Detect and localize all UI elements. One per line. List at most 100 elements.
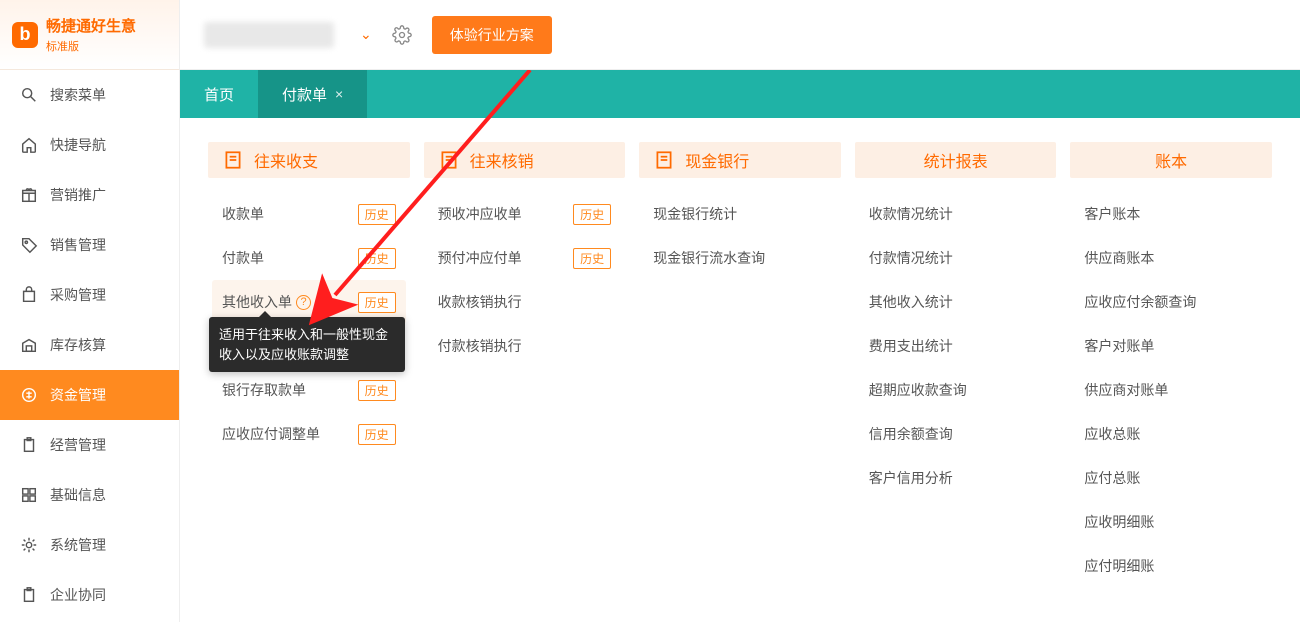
history-badge[interactable]: 历史 <box>573 248 611 269</box>
home-icon <box>20 136 38 154</box>
help-icon[interactable]: ? <box>296 295 311 310</box>
menu-item[interactable]: 应收应付余额查询 <box>1074 280 1268 324</box>
menu-item[interactable]: 客户对账单 <box>1074 324 1268 368</box>
sidebar-item-quicknav[interactable]: 快捷导航 <box>0 120 179 170</box>
menu-item-label: 现金银行统计 <box>653 204 737 224</box>
tab-1[interactable]: 付款单 × <box>258 70 367 118</box>
menu-item[interactable]: 现金银行流水查询 <box>643 236 837 280</box>
sidebar-item-operate[interactable]: 经营管理 <box>0 420 179 470</box>
sidebar-item-label: 经营管理 <box>50 435 106 455</box>
menu-item-label: 供应商对账单 <box>1084 380 1168 400</box>
menu-item[interactable]: 应付总账 <box>1074 456 1268 500</box>
sidebar-item-system[interactable]: 系统管理 <box>0 520 179 570</box>
menu-item[interactable]: 收款情况统计 <box>859 192 1053 236</box>
menu-item-label: 供应商账本 <box>1084 248 1154 268</box>
brand-name: 畅捷通好生意 <box>46 15 136 36</box>
sidebar-item-finance[interactable]: 资金管理 <box>0 370 179 420</box>
menu-item-label: 其他收入单? <box>222 292 311 312</box>
group-header: 往来核销 <box>424 142 626 178</box>
doc-icon <box>438 149 460 171</box>
clipboard-icon <box>20 436 38 454</box>
menu-item[interactable]: 银行存取款单历史 <box>212 368 406 412</box>
group-title: 现金银行 <box>685 148 749 172</box>
menu-item[interactable]: 供应商账本 <box>1074 236 1268 280</box>
tabstrip: 首页 付款单 × <box>180 70 1300 118</box>
menu-item-label: 其他收入统计 <box>869 292 953 312</box>
menu-item[interactable]: 预付冲应付单 历史 <box>428 236 622 280</box>
menu-item-label: 客户信用分析 <box>869 468 953 488</box>
group-title: 账本 <box>1155 148 1187 172</box>
doc-icon <box>222 149 244 171</box>
menu-item-label: 应付明细账 <box>1084 556 1154 576</box>
menu-item[interactable]: 应收总账 <box>1074 412 1268 456</box>
menu-item[interactable]: 超期应收款查询 <box>859 368 1053 412</box>
menu-item[interactable]: 其他收入统计 <box>859 280 1053 324</box>
settings-icon[interactable] <box>392 25 412 45</box>
group-list: 收款情况统计付款情况统计其他收入统计费用支出统计超期应收款查询信用余额查询客户信… <box>855 178 1057 500</box>
tab-label: 首页 <box>204 84 234 105</box>
brand-edition: 标准版 <box>46 38 136 54</box>
org-dropdown-icon[interactable]: ⌄ <box>360 26 372 43</box>
brand-area: b 畅捷通好生意 标准版 <box>0 0 179 70</box>
menu-item[interactable]: 收款核销执行 <box>428 280 622 324</box>
cta-button[interactable]: 体验行业方案 <box>432 16 552 54</box>
sidebar-item-label: 库存核算 <box>50 335 106 355</box>
menu-item[interactable]: 应收应付调整单历史 <box>212 412 406 456</box>
sidebar-item-purchase[interactable]: 采购管理 <box>0 270 179 320</box>
tab-0[interactable]: 首页 <box>180 70 258 118</box>
menu-item[interactable]: 付款情况统计 <box>859 236 1053 280</box>
sidebar-item-search[interactable]: 搜索菜单 <box>0 70 179 120</box>
doc-icon <box>653 149 675 171</box>
history-badge[interactable]: 历史 <box>358 292 396 313</box>
menu-item[interactable]: 供应商对账单 <box>1074 368 1268 412</box>
tab-label: 付款单 <box>282 84 327 105</box>
menu-item[interactable]: 信用余额查询 <box>859 412 1053 456</box>
menu-item[interactable]: 现金银行统计 <box>643 192 837 236</box>
sidebar-item-collab[interactable]: 企业协同 <box>0 570 179 620</box>
group-header: 统计报表 <box>855 142 1057 178</box>
menu-item[interactable]: 客户信用分析 <box>859 456 1053 500</box>
sidebar-item-label: 系统管理 <box>50 535 106 555</box>
sidebar-item-label: 销售管理 <box>50 235 106 255</box>
menu-item-label: 付款单 <box>222 248 264 268</box>
menu-item[interactable]: 费用支出统计 <box>859 324 1053 368</box>
sidebar-item-label: 资金管理 <box>50 385 106 405</box>
group-list: 现金银行统计现金银行流水查询 <box>639 178 841 280</box>
gear-icon <box>20 536 38 554</box>
menu-item-label: 预付冲应付单 <box>438 248 522 268</box>
sidebar-item-stock[interactable]: 库存核算 <box>0 320 179 370</box>
history-badge[interactable]: 历史 <box>358 204 396 225</box>
menu-item-label: 超期应收款查询 <box>869 380 967 400</box>
menu-item[interactable]: 应付明细账 <box>1074 544 1268 588</box>
menu-item-label: 应收总账 <box>1084 424 1140 444</box>
menu-item[interactable]: 付款单 历史 <box>212 236 406 280</box>
sidebar-item-label: 搜索菜单 <box>50 85 106 105</box>
group-header: 现金银行 <box>639 142 841 178</box>
menu-item-label: 应收明细账 <box>1084 512 1154 532</box>
grid-icon <box>20 486 38 504</box>
sidebar-item-baseinfo[interactable]: 基础信息 <box>0 470 179 520</box>
group-list: 预收冲应收单历史预付冲应付单 历史收款核销执行付款核销执行 <box>424 178 626 368</box>
menu-item[interactable]: 付款核销执行 <box>428 324 622 368</box>
menu-item[interactable]: 应收明细账 <box>1074 500 1268 544</box>
sidebar-item-label: 快捷导航 <box>50 135 106 155</box>
group-writeoff: 往来核销预收冲应收单历史预付冲应付单 历史收款核销执行付款核销执行 <box>424 142 626 368</box>
history-badge[interactable]: 历史 <box>358 424 396 445</box>
menu-item[interactable]: 收款单历史 <box>212 192 406 236</box>
menu-item[interactable]: 客户账本 <box>1074 192 1268 236</box>
menu-item-label: 现金银行流水查询 <box>653 248 765 268</box>
history-badge[interactable]: 历史 <box>358 380 396 401</box>
group-income_expense: 往来收支收款单历史付款单历史其他收入单?历史费用单历史银行存取款单历史应收应付调… <box>208 142 410 456</box>
menu-item-label: 应收应付余额查询 <box>1084 292 1196 312</box>
group-header: 往来收支 <box>208 142 410 178</box>
group-header: 账本 <box>1070 142 1272 178</box>
sidebar: b 畅捷通好生意 标准版 搜索菜单快捷导航营销推广销售管理采购管理库存核算资金管… <box>0 0 180 622</box>
tab-close-icon[interactable]: × <box>335 86 343 102</box>
sidebar-item-marketing[interactable]: 营销推广 <box>0 170 179 220</box>
history-badge[interactable]: 历史 <box>358 248 396 269</box>
group-ledger: 账本客户账本供应商账本应收应付余额查询客户对账单供应商对账单应收总账应付总账应收… <box>1070 142 1272 588</box>
menu-item[interactable]: 预收冲应收单历史 <box>428 192 622 236</box>
history-badge[interactable]: 历史 <box>573 204 611 225</box>
sidebar-item-sales[interactable]: 销售管理 <box>0 220 179 270</box>
menu-item-label: 客户账本 <box>1084 204 1140 224</box>
